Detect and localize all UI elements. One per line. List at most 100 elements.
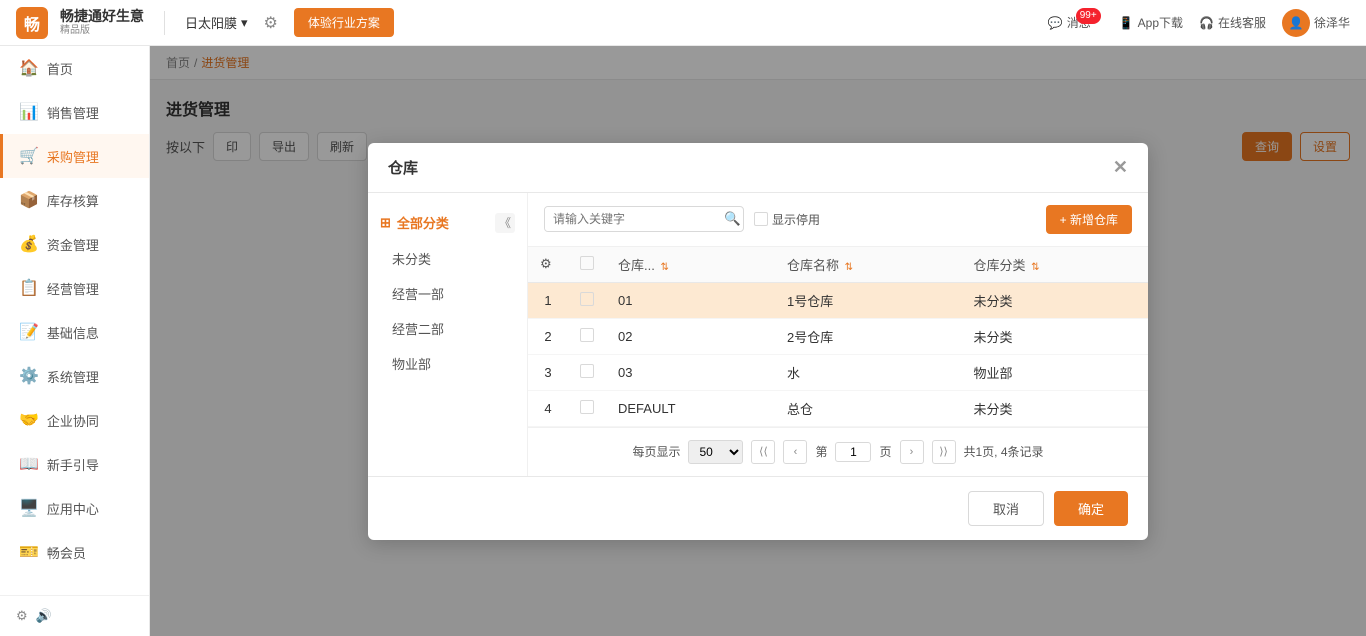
row-checkbox[interactable] (580, 328, 594, 342)
row-name: 总仓 (775, 390, 962, 426)
app-center-icon: 🖥️ (19, 498, 39, 518)
sidebar-item-guide[interactable]: 📖 新手引导 (0, 442, 149, 486)
settings-bottom-icon[interactable]: ⚙ (16, 608, 28, 624)
row-check[interactable] (568, 318, 606, 354)
row-category: 未分类 (961, 390, 1148, 426)
category-panel: ⊞ 全部分类 《 未分类 经营一部 经营二部 物业部 (368, 193, 528, 476)
sidebar-item-home[interactable]: 🏠 首页 (0, 46, 149, 90)
row-check[interactable] (568, 282, 606, 318)
sidebar-item-system[interactable]: ⚙️ 系统管理 (0, 354, 149, 398)
row-check[interactable] (568, 390, 606, 426)
pagination: 每页显示 50 100 200 ⟨⟨ ‹ 第 页 › (528, 427, 1148, 476)
purchase-icon: 🛒 (19, 146, 39, 166)
modal-footer: 取消 确定 (368, 476, 1148, 540)
table-row[interactable]: 2 02 2号仓库 未分类 (528, 318, 1148, 354)
home-icon: 🏠 (19, 58, 39, 78)
store-selector[interactable]: 日太阳膜 ▾ (185, 13, 248, 32)
category-sort-icon: ⇅ (1031, 262, 1039, 273)
app-label: App下载 (1138, 14, 1183, 31)
th-code-label: 仓库... (618, 258, 655, 273)
collapse-button[interactable]: 《 (495, 213, 515, 233)
first-page-button[interactable]: ⟨⟨ (751, 440, 775, 464)
sidebar-item-operations[interactable]: 📋 经营管理 (0, 266, 149, 310)
message-icon-group[interactable]: 💬 消息 99+ (1048, 14, 1091, 31)
sidebar-label-enterprise: 企业协同 (47, 411, 99, 430)
modal-close-button[interactable]: ✕ (1113, 157, 1128, 178)
name-sort-icon: ⇅ (845, 262, 853, 273)
show-disabled-checkbox[interactable] (754, 212, 768, 226)
row-num: 3 (528, 354, 568, 390)
per-page-select[interactable]: 50 100 200 (688, 440, 743, 464)
table-toolbar: 🔍 显示停用 + 新增仓库 (528, 193, 1148, 247)
sidebar-label-purchase: 采购管理 (47, 147, 99, 166)
row-code: DEFAULT (606, 390, 775, 426)
sidebar-item-membership[interactable]: 🎫 畅会员 (0, 530, 149, 574)
row-code: 01 (606, 282, 775, 318)
category-grid-icon: ⊞ (380, 215, 391, 231)
page-label: 第 (815, 443, 827, 460)
show-disabled-label[interactable]: 显示停用 (754, 211, 820, 228)
sidebar-item-basic-info[interactable]: 📝 基础信息 (0, 310, 149, 354)
settings-icon[interactable]: ⚙ (260, 9, 282, 37)
prev-page-button[interactable]: ‹ (783, 440, 807, 464)
row-checkbox[interactable] (580, 292, 594, 306)
th-name-label: 仓库名称 (787, 258, 839, 273)
row-checkbox[interactable] (580, 364, 594, 378)
sidebar-item-inventory[interactable]: 📦 库存核算 (0, 178, 149, 222)
top-header: 畅 畅捷通好生意 精品版 日太阳膜 ▾ ⚙ 体验行业方案 💬 消息 99+ 📱 … (0, 0, 1366, 46)
row-checkbox[interactable] (580, 400, 594, 414)
brand-name: 畅捷通好生意 (60, 8, 144, 25)
confirm-button[interactable]: 确定 (1054, 491, 1128, 526)
sidebar-item-app-center[interactable]: 🖥️ 应用中心 (0, 486, 149, 530)
try-industry-button[interactable]: 体验行业方案 (294, 8, 394, 37)
modal-overlay: 仓库 ✕ ⊞ 全部分类 《 未分类 经营一部 经营二部 (150, 46, 1366, 636)
row-name: 2号仓库 (775, 318, 962, 354)
last-page-button[interactable]: ⟩⟩ (932, 440, 956, 464)
table-panel: 🔍 显示停用 + 新增仓库 (528, 193, 1148, 476)
user-group[interactable]: 👤 徐泽华 (1282, 9, 1350, 37)
sidebar-bottom: ⚙ 🔊 (0, 595, 149, 636)
sidebar-label-sales: 销售管理 (47, 103, 99, 122)
sidebar-item-sales[interactable]: 📊 销售管理 (0, 90, 149, 134)
next-page-button[interactable]: › (900, 440, 924, 464)
add-warehouse-button[interactable]: + 新增仓库 (1046, 205, 1132, 234)
category-item-dept2[interactable]: 经营二部 (368, 311, 527, 346)
page-unit-label: 页 (879, 443, 891, 460)
category-item-property[interactable]: 物业部 (368, 346, 527, 381)
select-all-checkbox[interactable] (580, 256, 594, 270)
sidebar-label-inventory: 库存核算 (47, 191, 99, 210)
sidebar-label-basic-info: 基础信息 (47, 323, 99, 342)
service-group[interactable]: 🎧 在线客服 (1199, 14, 1266, 31)
basic-info-icon: 📝 (19, 322, 39, 342)
main-layout: 🏠 首页 📊 销售管理 🛒 采购管理 📦 库存核算 💰 资金管理 📋 经营管理 … (0, 46, 1366, 636)
row-category: 未分类 (961, 318, 1148, 354)
app-download-group[interactable]: 📱 App下载 (1119, 14, 1183, 31)
all-category-item[interactable]: ⊞ 全部分类 《 (368, 205, 527, 241)
phone-icon: 📱 (1119, 16, 1134, 30)
table-row[interactable]: 1 01 1号仓库 未分类 (528, 282, 1148, 318)
row-check[interactable] (568, 354, 606, 390)
header-divider (164, 11, 165, 35)
category-item-unclassified[interactable]: 未分类 (368, 241, 527, 276)
sidebar-item-enterprise[interactable]: 🤝 企业协同 (0, 398, 149, 442)
sidebar-label-app-center: 应用中心 (47, 499, 99, 518)
warehouse-modal: 仓库 ✕ ⊞ 全部分类 《 未分类 经营一部 经营二部 (368, 143, 1148, 540)
table-row[interactable]: 4 DEFAULT 总仓 未分类 (528, 390, 1148, 426)
th-code: 仓库... ⇅ (606, 247, 775, 283)
sidebar-item-purchase[interactable]: 🛒 采购管理 (0, 134, 149, 178)
content-area: 首页 / 进货管理 进货管理 按以下 印 导出 刷新 查询 设置 仓库 ✕ (150, 46, 1366, 636)
th-category: 仓库分类 ⇅ (961, 247, 1148, 283)
search-input[interactable] (545, 207, 716, 231)
table-row[interactable]: 3 03 水 物业部 (528, 354, 1148, 390)
cancel-button[interactable]: 取消 (968, 491, 1044, 526)
category-item-dept1[interactable]: 经营一部 (368, 276, 527, 311)
speaker-icon[interactable]: 🔊 (36, 608, 52, 624)
search-button[interactable]: 🔍 (716, 207, 744, 231)
all-category-label: 全部分类 (397, 213, 449, 232)
sidebar-label-membership: 畅会员 (47, 543, 86, 562)
user-avatar: 👤 (1282, 9, 1310, 37)
table-header: ⚙ 仓库... ⇅ (528, 247, 1148, 283)
store-name: 日太阳膜 (185, 13, 237, 32)
sidebar-item-finance[interactable]: 💰 资金管理 (0, 222, 149, 266)
page-number-input[interactable] (835, 442, 871, 462)
